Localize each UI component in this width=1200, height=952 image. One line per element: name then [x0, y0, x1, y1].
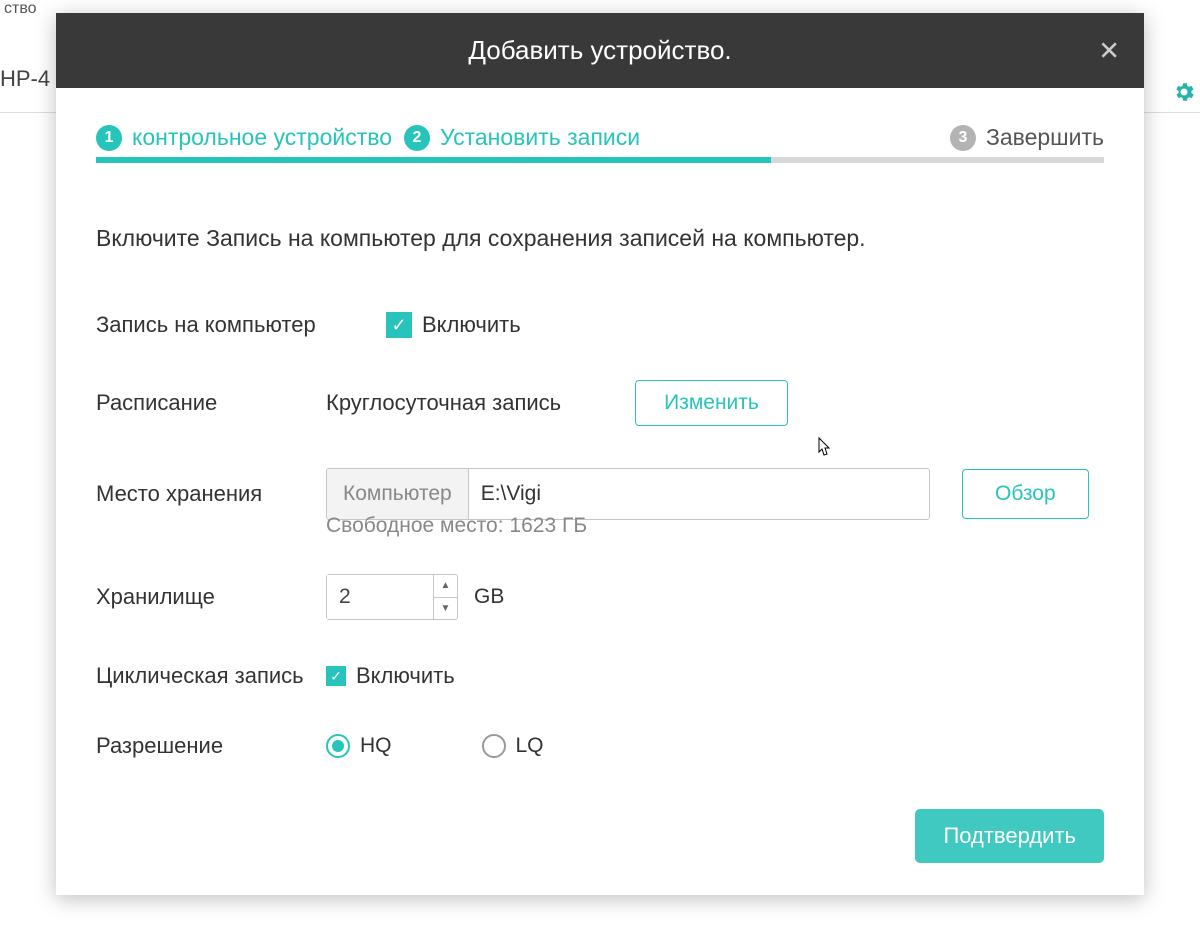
radio-lq[interactable]: LQ	[482, 734, 544, 758]
label-resolution: Разрешение	[96, 733, 326, 759]
confirm-button[interactable]: Подтвердить	[915, 809, 1104, 863]
lead-text: Включите Запись на компьютер для сохране…	[96, 225, 1104, 252]
step-setup-records[interactable]: 2 Установить записи	[404, 124, 640, 151]
label-schedule: Расписание	[96, 390, 326, 416]
progress-bar	[96, 157, 1104, 163]
schedule-value: Круглосуточная запись	[326, 390, 561, 416]
step-number: 2	[404, 125, 430, 151]
step-number: 3	[950, 125, 976, 151]
checkbox-label-enable-cyclic: Включить	[356, 663, 455, 689]
radio-label-hq: HQ	[360, 734, 392, 758]
label-record-to-pc: Запись на компьютер	[96, 312, 326, 338]
storage-unit: GB	[474, 585, 504, 609]
add-device-modal: Добавить устройство. ✕ 1 контрольное уст…	[56, 13, 1144, 895]
spinner-down-icon[interactable]: ▼	[434, 598, 457, 620]
modal-title: Добавить устройство.	[468, 35, 731, 65]
checkbox-record-to-pc[interactable]: ✓	[386, 312, 412, 338]
stepper: 1 контрольное устройство 2 Установить за…	[96, 124, 1104, 151]
label-storage-location: Место хранения	[96, 481, 326, 507]
close-icon[interactable]: ✕	[1098, 35, 1120, 66]
step-number: 1	[96, 125, 122, 151]
progress-fill	[96, 157, 771, 163]
checkbox-cyclic-record[interactable]: ✓	[326, 666, 346, 686]
modal-title-bar: Добавить устройство. ✕	[56, 13, 1144, 88]
checkbox-label-enable: Включить	[422, 312, 521, 338]
step-label: Завершить	[986, 124, 1104, 151]
radio-label-lq: LQ	[516, 734, 544, 758]
row-storage-location: Место хранения Компьютер Обзор	[96, 468, 1104, 520]
path-input[interactable]	[469, 469, 929, 519]
path-prefix: Компьютер	[327, 469, 469, 519]
gear-icon[interactable]	[1172, 80, 1196, 111]
step-label: контрольное устройство	[132, 124, 392, 151]
browse-button[interactable]: Обзор	[962, 469, 1089, 519]
background-device-label: HP-4	[0, 66, 50, 92]
row-resolution: Разрешение HQ LQ	[96, 733, 1104, 759]
row-schedule: Расписание Круглосуточная запись Изменит…	[96, 380, 1104, 426]
row-storage-size: Хранилище ▲ ▼ GB	[96, 574, 1104, 620]
change-button[interactable]: Изменить	[635, 380, 788, 426]
label-cyclic-record: Циклическая запись	[96, 662, 326, 691]
row-cyclic-record: Циклическая запись ✓ Включить	[96, 662, 1104, 691]
radio-hq[interactable]: HQ	[326, 734, 392, 758]
step-label: Установить записи	[440, 124, 640, 151]
row-record-to-pc: Запись на компьютер ✓ Включить	[96, 312, 1104, 338]
storage-spinner: ▲ ▼	[326, 574, 458, 620]
step-control-device[interactable]: 1 контрольное устройство	[96, 124, 392, 151]
spinner-up-icon[interactable]: ▲	[434, 575, 457, 598]
storage-input[interactable]	[327, 575, 433, 619]
label-storage: Хранилище	[96, 584, 326, 610]
path-input-group: Компьютер	[326, 468, 930, 520]
step-finish: 3 Завершить	[950, 124, 1104, 151]
